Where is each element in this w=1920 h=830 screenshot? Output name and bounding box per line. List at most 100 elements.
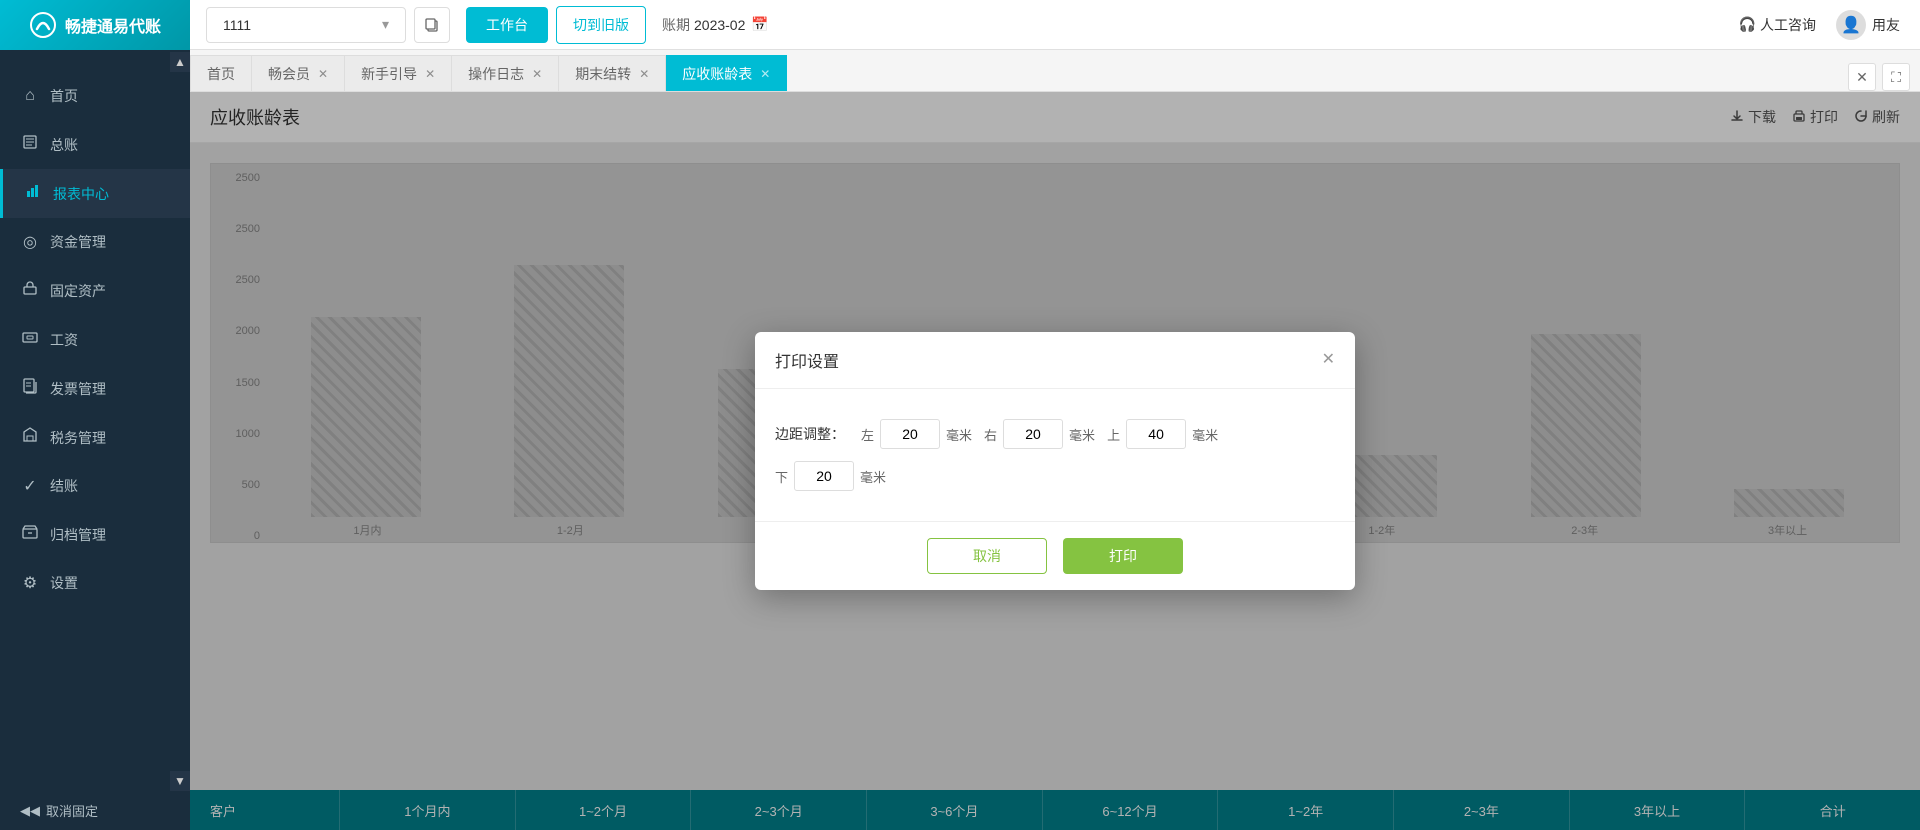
top-direction-label: 上 [1107,425,1120,444]
tab-ar-aging-close[interactable]: ✕ [760,67,770,81]
sidebar-label-reports: 报表中心 [53,184,109,204]
print-settings-dialog: 打印设置 ✕ 边距调整： 左 毫米 右 [755,332,1355,590]
tab-period-end-label: 期末结转 [575,64,631,84]
dialog-close-button[interactable]: ✕ [1322,352,1335,368]
tab-period-end-close[interactable]: ✕ [639,67,649,81]
dialog-header: 打印设置 ✕ [755,332,1355,389]
sidebar-label-archive: 归档管理 [50,525,106,545]
chevron-down-icon: ▾ [382,16,389,33]
sidebar-scroll-down[interactable]: ▼ [170,771,190,791]
sidebar-item-ledger[interactable]: 总账 [0,120,190,169]
print-confirm-button[interactable]: 打印 [1063,538,1183,574]
tab-ar-aging[interactable]: 应收账龄表 ✕ [666,55,787,91]
collapse-label: 取消固定 [46,801,98,820]
logo-icon [29,11,57,39]
pin-icon: ◀◀ [20,803,40,819]
fixed-icon [20,280,40,301]
cancel-button[interactable]: 取消 [927,538,1047,574]
dialog-body: 边距调整： 左 毫米 右 毫米 [755,389,1355,521]
margin-top-group: 上 毫米 [1107,419,1218,449]
tab-member[interactable]: 畅会员 ✕ [252,55,345,91]
sidebar-item-checkout[interactable]: ✓ 结账 [0,462,190,510]
reports-icon [23,183,43,204]
left-direction-label: 左 [861,425,874,444]
left-margin-input[interactable] [880,419,940,449]
archive-icon [20,524,40,545]
period-area: 账期 2023-02 📅 [662,15,769,35]
tab-oplog-close[interactable]: ✕ [532,67,542,81]
sidebar-label-checkout: 结账 [50,476,78,496]
main-layout: ▲ ⌂ 首页 总账 报表中心 ◎ 资金管理 [0,50,1920,830]
tab-right-controls: ✕ ⛶ [1838,63,1920,91]
content-area: 首页 畅会员 ✕ 新手引导 ✕ 操作日志 ✕ 期末结转 ✕ 应收账龄表 ✕ [190,50,1920,830]
sidebar-item-invoice[interactable]: 发票管理 [0,364,190,413]
home-icon: ⌂ [20,87,40,105]
capital-icon: ◎ [20,232,40,252]
period-label: 账期 [662,15,690,35]
right-margin-input[interactable] [1003,419,1063,449]
avatar: 👤 [1836,10,1866,40]
tab-oplog-label: 操作日志 [468,64,524,84]
copy-button[interactable] [414,7,450,43]
bottom-margin-input[interactable] [794,461,854,491]
page-content: 应收账龄表 下载 打印 [190,92,1920,830]
sidebar-item-payroll[interactable]: 工资 [0,315,190,364]
sidebar-label-fixed: 固定资产 [50,281,106,301]
sidebar-item-archive[interactable]: 归档管理 [0,510,190,559]
tab-close-button[interactable]: ✕ [1848,63,1876,91]
tab-guide[interactable]: 新手引导 ✕ [345,55,452,91]
margin-adjust-label: 边距调整： [775,424,845,444]
dialog-footer: 取消 打印 [755,521,1355,590]
margin-right-group: 右 毫米 [984,419,1095,449]
checkout-icon: ✓ [20,476,40,496]
dialog-overlay: 打印设置 ✕ 边距调整： 左 毫米 右 [190,92,1920,830]
top-right: 🎧 人工咨询 👤 用友 [1739,10,1920,40]
ledger-icon [20,134,40,155]
sidebar-label-invoice: 发票管理 [50,379,106,399]
tab-oplog[interactable]: 操作日志 ✕ [452,55,559,91]
sidebar-label-home: 首页 [50,86,78,106]
logo-text: 畅捷通易代账 [65,13,161,37]
right-direction-label: 右 [984,425,997,444]
tab-bar: 首页 畅会员 ✕ 新手引导 ✕ 操作日志 ✕ 期末结转 ✕ 应收账龄表 ✕ [190,50,1920,92]
tab-member-label: 畅会员 [268,64,310,84]
sidebar-item-tax[interactable]: 税务管理 [0,413,190,462]
company-selector[interactable]: 1111 ▾ [206,7,406,43]
sidebar-label-settings: 设置 [50,573,78,593]
tab-guide-close[interactable]: ✕ [425,67,435,81]
margin-row: 边距调整： 左 毫米 右 毫米 [775,419,1335,491]
sidebar-collapse[interactable]: ◀◀ 取消固定 [0,791,190,830]
tab-guide-label: 新手引导 [361,64,417,84]
switch-version-button[interactable]: 切到旧版 [556,6,646,44]
sidebar-scroll-up[interactable]: ▲ [170,52,190,72]
bottom-direction-label: 下 [775,467,788,486]
left-unit-label: 毫米 [946,425,972,444]
sidebar-label-capital: 资金管理 [50,232,106,252]
margin-bottom-group: 下 毫米 [775,461,886,491]
workbench-button[interactable]: 工作台 [466,7,548,43]
bottom-unit-label: 毫米 [860,467,886,486]
tab-expand-button[interactable]: ⛶ [1882,63,1910,91]
calendar-icon[interactable]: 📅 [751,16,768,33]
tab-home[interactable]: 首页 [190,55,252,91]
sidebar-item-reports[interactable]: 报表中心 [0,169,190,218]
top-margin-input[interactable] [1126,419,1186,449]
dialog-title: 打印设置 [775,348,839,372]
tab-home-label: 首页 [207,64,235,84]
margin-left-group: 左 毫米 [861,419,972,449]
tab-member-close[interactable]: ✕ [318,67,328,81]
user-label: 用友 [1872,15,1900,35]
consult-button[interactable]: 🎧 人工咨询 [1739,15,1816,35]
sidebar-item-fixed[interactable]: 固定资产 [0,266,190,315]
sidebar-item-capital[interactable]: ◎ 资金管理 [0,218,190,266]
sidebar-item-home[interactable]: ⌂ 首页 [0,72,190,120]
top-unit-label: 毫米 [1192,425,1218,444]
right-unit-label: 毫米 [1069,425,1095,444]
payroll-icon [20,329,40,350]
sidebar-label-ledger: 总账 [50,135,78,155]
tab-period-end[interactable]: 期末结转 ✕ [559,55,666,91]
user-area[interactable]: 👤 用友 [1836,10,1900,40]
sidebar-scroll: ⌂ 首页 总账 报表中心 ◎ 资金管理 [0,72,190,771]
sidebar-item-settings[interactable]: ⚙ 设置 [0,559,190,607]
company-name: 1111 [223,17,374,33]
